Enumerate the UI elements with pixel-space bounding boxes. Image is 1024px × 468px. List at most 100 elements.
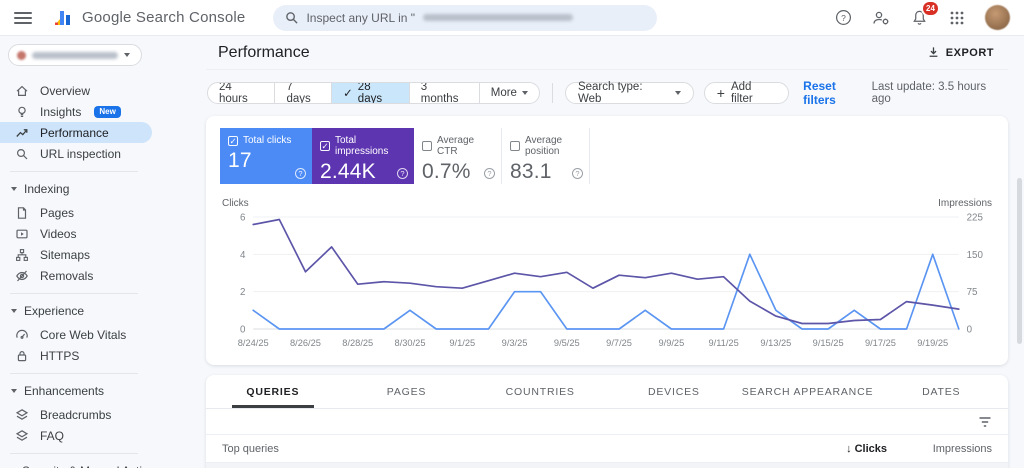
scrollbar-thumb[interactable] — [1017, 178, 1022, 344]
svg-text:9/7/25: 9/7/25 — [606, 337, 632, 348]
average-position-tile[interactable]: Average position 83.1 ? — [502, 128, 590, 184]
sidebar-section-security[interactable]: Security & Manual Actions — [0, 461, 196, 468]
sidebar-item-label: HTTPS — [40, 348, 80, 363]
average-ctr-tile[interactable]: Average CTR 0.7% ? — [414, 128, 502, 184]
svg-text:9/9/25: 9/9/25 — [658, 337, 684, 348]
sidebar-item-pages[interactable]: Pages — [0, 202, 152, 223]
app-logo[interactable]: Google Search Console — [52, 7, 245, 29]
help-icon[interactable]: ? — [397, 168, 408, 179]
sidebar-section-enhancements[interactable]: Enhancements — [0, 381, 196, 401]
checkbox-checked-icon[interactable]: ✓ — [320, 141, 330, 151]
tab-countries[interactable]: COUNTRIES — [473, 375, 607, 408]
sidebar-item-removals[interactable]: Removals — [0, 265, 152, 286]
tab-devices[interactable]: DEVICES — [607, 375, 741, 408]
range-24-hours[interactable]: 24 hours — [208, 83, 274, 103]
sidebar-item-label: Breadcrumbs — [40, 407, 112, 422]
sidebar-item-faq[interactable]: FAQ — [0, 425, 152, 446]
divider — [10, 373, 138, 374]
last-update-text: Last update: 3.5 hours ago — [871, 81, 987, 105]
range-more[interactable]: More — [478, 83, 539, 103]
svg-text:2: 2 — [240, 287, 245, 298]
performance-card: ✓ Total clicks 17 ? ✓ Total impressions … — [206, 116, 1008, 365]
left-axis-title: Clicks — [222, 198, 249, 209]
svg-text:8/26/25: 8/26/25 — [290, 337, 321, 348]
svg-text:?: ? — [841, 13, 846, 23]
svg-text:8/24/25: 8/24/25 — [238, 337, 269, 348]
property-selector[interactable] — [8, 44, 142, 66]
total-impressions-tile[interactable]: ✓ Total impressions 2.44K ? — [312, 128, 414, 184]
sidebar-item-breadcrumbs[interactable]: Breadcrumbs — [0, 404, 152, 425]
chevron-down-icon — [11, 187, 17, 191]
table-row[interactable] — [206, 463, 1008, 468]
svg-text:75: 75 — [967, 287, 978, 298]
svg-text:8/28/25: 8/28/25 — [342, 337, 373, 348]
search-placeholder: Inspect any URL in " — [306, 10, 416, 25]
menu-icon[interactable] — [14, 11, 32, 24]
checkbox-unchecked-icon[interactable] — [422, 141, 432, 151]
svg-text:9/15/25: 9/15/25 — [813, 337, 844, 348]
total-clicks-value: 17 — [228, 149, 252, 172]
sidebar-item-label: FAQ — [40, 428, 65, 443]
sidebar-item-https[interactable]: HTTPS — [0, 345, 152, 366]
sidebar-item-performance[interactable]: Performance — [0, 122, 152, 143]
sidebar-item-insights[interactable]: Insights New — [0, 101, 152, 122]
column-impressions[interactable]: Impressions — [887, 443, 992, 455]
home-icon — [15, 84, 29, 98]
sidebar-item-core-web-vitals[interactable]: Core Web Vitals — [0, 324, 152, 345]
sidebar-item-label: Core Web Vitals — [40, 327, 127, 342]
tab-search-appearance[interactable]: SEARCH APPEARANCE — [741, 375, 875, 408]
user-settings-icon[interactable] — [871, 8, 891, 28]
sidebar-item-label: Sitemaps — [40, 247, 91, 262]
svg-text:0: 0 — [967, 324, 973, 335]
avatar[interactable] — [985, 5, 1010, 30]
eye-off-icon — [15, 269, 29, 283]
reset-filters-link[interactable]: Reset filters — [803, 79, 871, 107]
svg-text:9/5/25: 9/5/25 — [554, 337, 580, 348]
chevron-down-icon — [11, 389, 17, 393]
help-icon[interactable]: ? — [833, 8, 853, 28]
sidebar-item-label: Videos — [40, 226, 77, 241]
google-apps-icon[interactable] — [947, 8, 967, 28]
filter-funnel-icon[interactable] — [978, 416, 992, 428]
sidebar-item-url-inspection[interactable]: URL inspection — [0, 143, 152, 164]
tab-queries[interactable]: QUERIES — [206, 375, 340, 408]
help-icon[interactable]: ? — [484, 168, 495, 179]
performance-chart-icon — [15, 126, 29, 140]
sidebar: Overview Insights New Performance URL in… — [0, 36, 196, 468]
help-icon[interactable]: ? — [572, 168, 583, 179]
chevron-down-icon — [11, 309, 17, 313]
help-icon[interactable]: ? — [295, 168, 306, 179]
svg-text:4: 4 — [240, 250, 246, 261]
sidebar-item-label: Performance — [40, 125, 109, 140]
export-button[interactable]: EXPORT — [921, 42, 1000, 63]
speedometer-icon — [15, 328, 29, 342]
sidebar-item-label: Insights — [40, 104, 82, 119]
url-inspect-input[interactable]: Inspect any URL in " — [273, 4, 658, 31]
sidebar-section-indexing[interactable]: Indexing — [0, 179, 196, 199]
search-type-filter[interactable]: Search type: Web — [564, 81, 694, 105]
notifications-bell-icon[interactable]: 24 — [909, 1, 938, 28]
add-filter-button[interactable]: + Add filter — [703, 81, 790, 105]
total-clicks-tile[interactable]: ✓ Total clicks 17 ? — [220, 128, 312, 184]
column-clicks-sort[interactable]: ↓ Clicks — [846, 443, 887, 455]
performance-chart[interactable]: 0 2 4 6 0 75 150 225 8/24/25 8/26/25 8/28/25 8/30/2… — [220, 209, 994, 359]
divider — [551, 83, 553, 103]
average-position-value: 83.1 — [510, 160, 552, 183]
checkbox-checked-icon[interactable]: ✓ — [228, 135, 238, 146]
tab-dates[interactable]: DATES — [874, 375, 1008, 408]
svg-text:9/1/25: 9/1/25 — [449, 337, 475, 348]
range-3-months[interactable]: 3 months — [408, 83, 479, 103]
sidebar-item-videos[interactable]: Videos — [0, 223, 152, 244]
chevron-down-icon — [521, 91, 528, 95]
product-name: Google Search Console — [82, 9, 246, 26]
range-28-days[interactable]: ✓ 28 days — [331, 83, 409, 103]
sidebar-item-overview[interactable]: Overview — [0, 80, 152, 101]
plus-icon: + — [716, 85, 725, 101]
checkbox-unchecked-icon[interactable] — [510, 141, 520, 151]
sidebar-item-sitemaps[interactable]: Sitemaps — [0, 244, 152, 265]
tab-pages[interactable]: PAGES — [340, 375, 474, 408]
sitemap-icon — [15, 248, 29, 262]
sidebar-section-experience[interactable]: Experience — [0, 301, 196, 321]
range-7-days[interactable]: 7 days — [274, 83, 331, 103]
video-icon — [15, 227, 29, 241]
